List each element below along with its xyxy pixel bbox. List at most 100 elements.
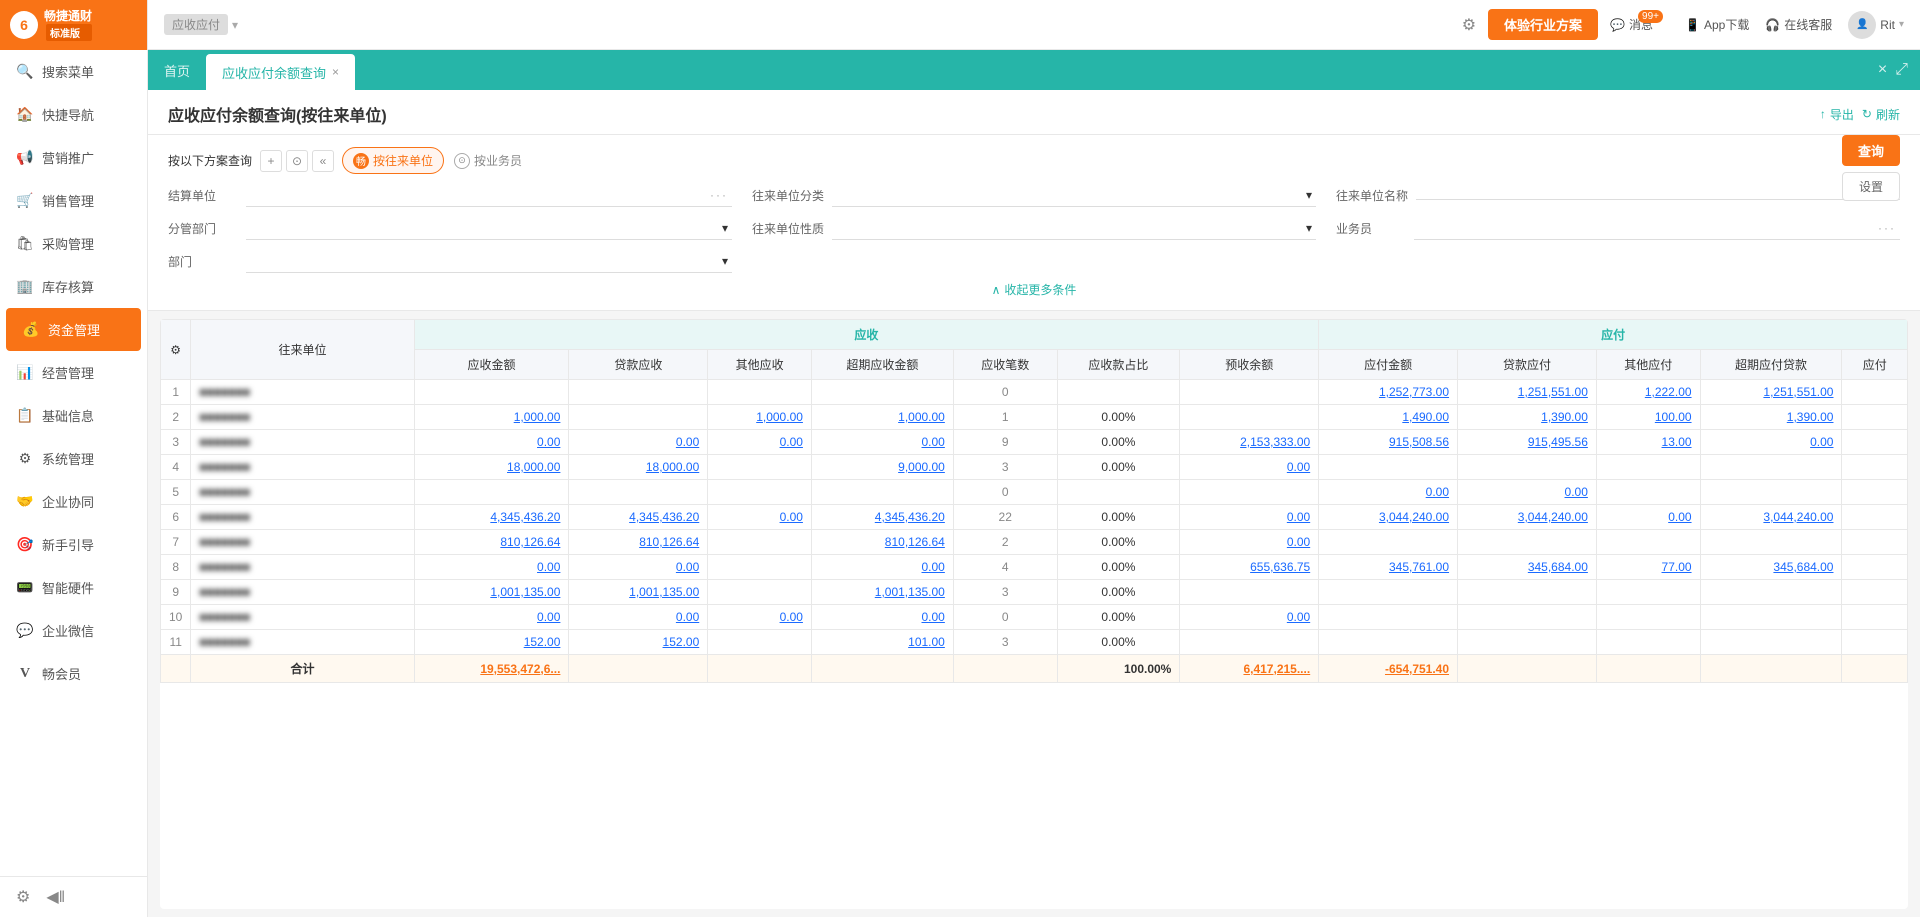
sidebar-item-hardware[interactable]: 📟 智能硬件	[0, 566, 147, 609]
row-ap-other[interactable]: 77.00	[1596, 555, 1700, 580]
row-ar-prepay[interactable]: 655,636.75	[1180, 555, 1319, 580]
sidebar-item-member[interactable]: V 畅会员	[0, 652, 147, 695]
row-ap-loan[interactable]: 345,684.00	[1458, 555, 1597, 580]
row-ar-amount[interactable]: 0.00	[414, 555, 569, 580]
total-ap-amount[interactable]: -654,751.40	[1319, 655, 1458, 683]
row-ap-loan[interactable]: 1,251,551.00	[1458, 380, 1597, 405]
row-ar-overdue[interactable]: 0.00	[811, 430, 953, 455]
row-ap-other[interactable]: 13.00	[1596, 430, 1700, 455]
row-ap-amount[interactable]: 915,508.56	[1319, 430, 1458, 455]
row-ar-amount[interactable]: 810,126.64	[414, 530, 569, 555]
sidebar-item-quicknav[interactable]: 🏠 快捷导航	[0, 93, 147, 136]
scheme-collapse-btn[interactable]: «	[312, 150, 334, 172]
table-scroll[interactable]: ⚙ 往来单位 应收 应付 应收金额 贷款应收 其他应收 超期应收金额 应收笔数 …	[160, 319, 1908, 909]
row-ar-loan[interactable]: 4,345,436.20	[569, 505, 708, 530]
row-ar-overdue[interactable]: 0.00	[811, 605, 953, 630]
gear-icon[interactable]: ⚙	[1462, 15, 1476, 35]
row-ap-loan[interactable]: 915,495.56	[1458, 430, 1597, 455]
row-ap-amount[interactable]: 345,761.00	[1319, 555, 1458, 580]
messages-btn[interactable]: 💬 消息 99+	[1610, 16, 1653, 33]
row-ar-prepay[interactable]: 2,153,333.00	[1180, 430, 1319, 455]
row-ap-loan[interactable]: 3,044,240.00	[1458, 505, 1597, 530]
row-ar-overdue[interactable]: 1,001,135.00	[811, 580, 953, 605]
export-btn[interactable]: ↑ 导出	[1820, 106, 1854, 123]
row-ar-prepay[interactable]: 0.00	[1180, 530, 1319, 555]
row-ap-amount[interactable]: 3,044,240.00	[1319, 505, 1458, 530]
window-close-btn[interactable]: ×	[1878, 61, 1887, 79]
row-ar-overdue[interactable]: 9,000.00	[811, 455, 953, 480]
row-ar-overdue[interactable]: 0.00	[811, 555, 953, 580]
scheme-by-salesman[interactable]: ⊙ 按业务员	[444, 147, 532, 174]
sidebar-item-enterprise[interactable]: 🤝 企业协同	[0, 480, 147, 523]
row-ap-amount[interactable]: 1,490.00	[1319, 405, 1458, 430]
row-ar-other[interactable]: 1,000.00	[708, 405, 812, 430]
row-ar-other[interactable]: 0.00	[708, 505, 812, 530]
row-ar-prepay[interactable]: 0.00	[1180, 505, 1319, 530]
set-btn[interactable]: 设置	[1842, 172, 1900, 201]
row-ap-other[interactable]: 100.00	[1596, 405, 1700, 430]
total-ar-amount[interactable]: 19,553,472,6...	[414, 655, 569, 683]
settings-icon[interactable]: ⚙	[16, 887, 30, 907]
sidebar-item-newbie[interactable]: 🎯 新手引导	[0, 523, 147, 566]
row-ap-overdue[interactable]: 1,251,551.00	[1700, 380, 1842, 405]
row-ar-overdue[interactable]: 4,345,436.20	[811, 505, 953, 530]
row-ar-prepay[interactable]: 0.00	[1180, 455, 1319, 480]
window-expand-btn[interactable]: ⤢	[1895, 61, 1908, 79]
tab-close-icon[interactable]: ×	[332, 65, 339, 79]
salesman-input[interactable]: ···	[1414, 217, 1900, 240]
add-scheme-btn[interactable]: +	[260, 150, 282, 172]
row-ar-loan[interactable]: 0.00	[569, 430, 708, 455]
row-ar-loan[interactable]: 152.00	[569, 630, 708, 655]
row-ar-amount[interactable]: 4,345,436.20	[414, 505, 569, 530]
user-menu[interactable]: 👤 Rit ▾	[1848, 11, 1904, 39]
unit-nature-input[interactable]: ▾	[832, 217, 1316, 240]
row-ar-prepay[interactable]: 0.00	[1180, 605, 1319, 630]
tab-home[interactable]: 首页	[148, 50, 206, 90]
app-download-btn[interactable]: 📱 App下载	[1685, 16, 1749, 33]
gear-col-header[interactable]: ⚙	[161, 320, 191, 380]
row-ar-loan[interactable]: 0.00	[569, 555, 708, 580]
row-ar-amount[interactable]: 0.00	[414, 430, 569, 455]
scheme-by-unit[interactable]: 畅 按往来单位	[342, 147, 444, 174]
row-ar-overdue[interactable]: 810,126.64	[811, 530, 953, 555]
sidebar-item-sales[interactable]: 🛒 销售管理	[0, 179, 147, 222]
industry-btn[interactable]: 体验行业方案	[1488, 9, 1598, 40]
row-ar-overdue[interactable]: 101.00	[811, 630, 953, 655]
row-ar-overdue[interactable]: 1,000.00	[811, 405, 953, 430]
row-ar-loan[interactable]: 810,126.64	[569, 530, 708, 555]
row-ar-amount[interactable]: 0.00	[414, 605, 569, 630]
scheme-settings-btn[interactable]: ⊙	[286, 150, 308, 172]
row-ap-overdue[interactable]: 345,684.00	[1700, 555, 1842, 580]
row-ap-overdue[interactable]: 0.00	[1700, 430, 1842, 455]
sidebar-item-inventory[interactable]: 🏢 库存核算	[0, 265, 147, 308]
row-ap-other[interactable]: 1,222.00	[1596, 380, 1700, 405]
sidebar-item-operations[interactable]: 📊 经营管理	[0, 351, 147, 394]
dept-input[interactable]: ▾	[246, 217, 732, 240]
unit-category-input[interactable]: ▾	[832, 184, 1316, 207]
sidebar-item-purchase[interactable]: 🛍 采购管理	[0, 222, 147, 265]
settlement-input[interactable]: ···	[246, 184, 732, 207]
unit-name-input[interactable]	[1416, 191, 1900, 200]
service-btn[interactable]: 🎧 在线客服	[1765, 16, 1832, 33]
row-ar-amount[interactable]: 1,000.00	[414, 405, 569, 430]
row-ap-overdue[interactable]: 1,390.00	[1700, 405, 1842, 430]
row-ap-amount[interactable]: 0.00	[1319, 480, 1458, 505]
breadcrumb-chevron[interactable]: ▾	[232, 18, 238, 32]
row-ap-other[interactable]: 0.00	[1596, 505, 1700, 530]
row-ar-loan[interactable]: 1,001,135.00	[569, 580, 708, 605]
sidebar-item-system[interactable]: ⚙ 系统管理	[0, 437, 147, 480]
refresh-btn[interactable]: ↻ 刷新	[1862, 106, 1900, 123]
sidebar-item-basic[interactable]: 📋 基础信息	[0, 394, 147, 437]
query-btn[interactable]: 查询	[1842, 135, 1900, 166]
row-ar-loan[interactable]: 0.00	[569, 605, 708, 630]
sidebar-item-marketing[interactable]: 📢 营销推广	[0, 136, 147, 179]
row-ar-amount[interactable]: 152.00	[414, 630, 569, 655]
row-ar-amount[interactable]: 18,000.00	[414, 455, 569, 480]
row-ar-other[interactable]: 0.00	[708, 605, 812, 630]
row-ap-overdue[interactable]: 3,044,240.00	[1700, 505, 1842, 530]
row-ap-amount[interactable]: 1,252,773.00	[1319, 380, 1458, 405]
tab-receivable[interactable]: 应收应付余额查询 ×	[206, 54, 355, 90]
collapse-btn[interactable]: ∧ 收起更多条件	[992, 281, 1077, 298]
total-ar-prepay[interactable]: 6,417,215....	[1180, 655, 1319, 683]
row-ap-loan[interactable]: 0.00	[1458, 480, 1597, 505]
